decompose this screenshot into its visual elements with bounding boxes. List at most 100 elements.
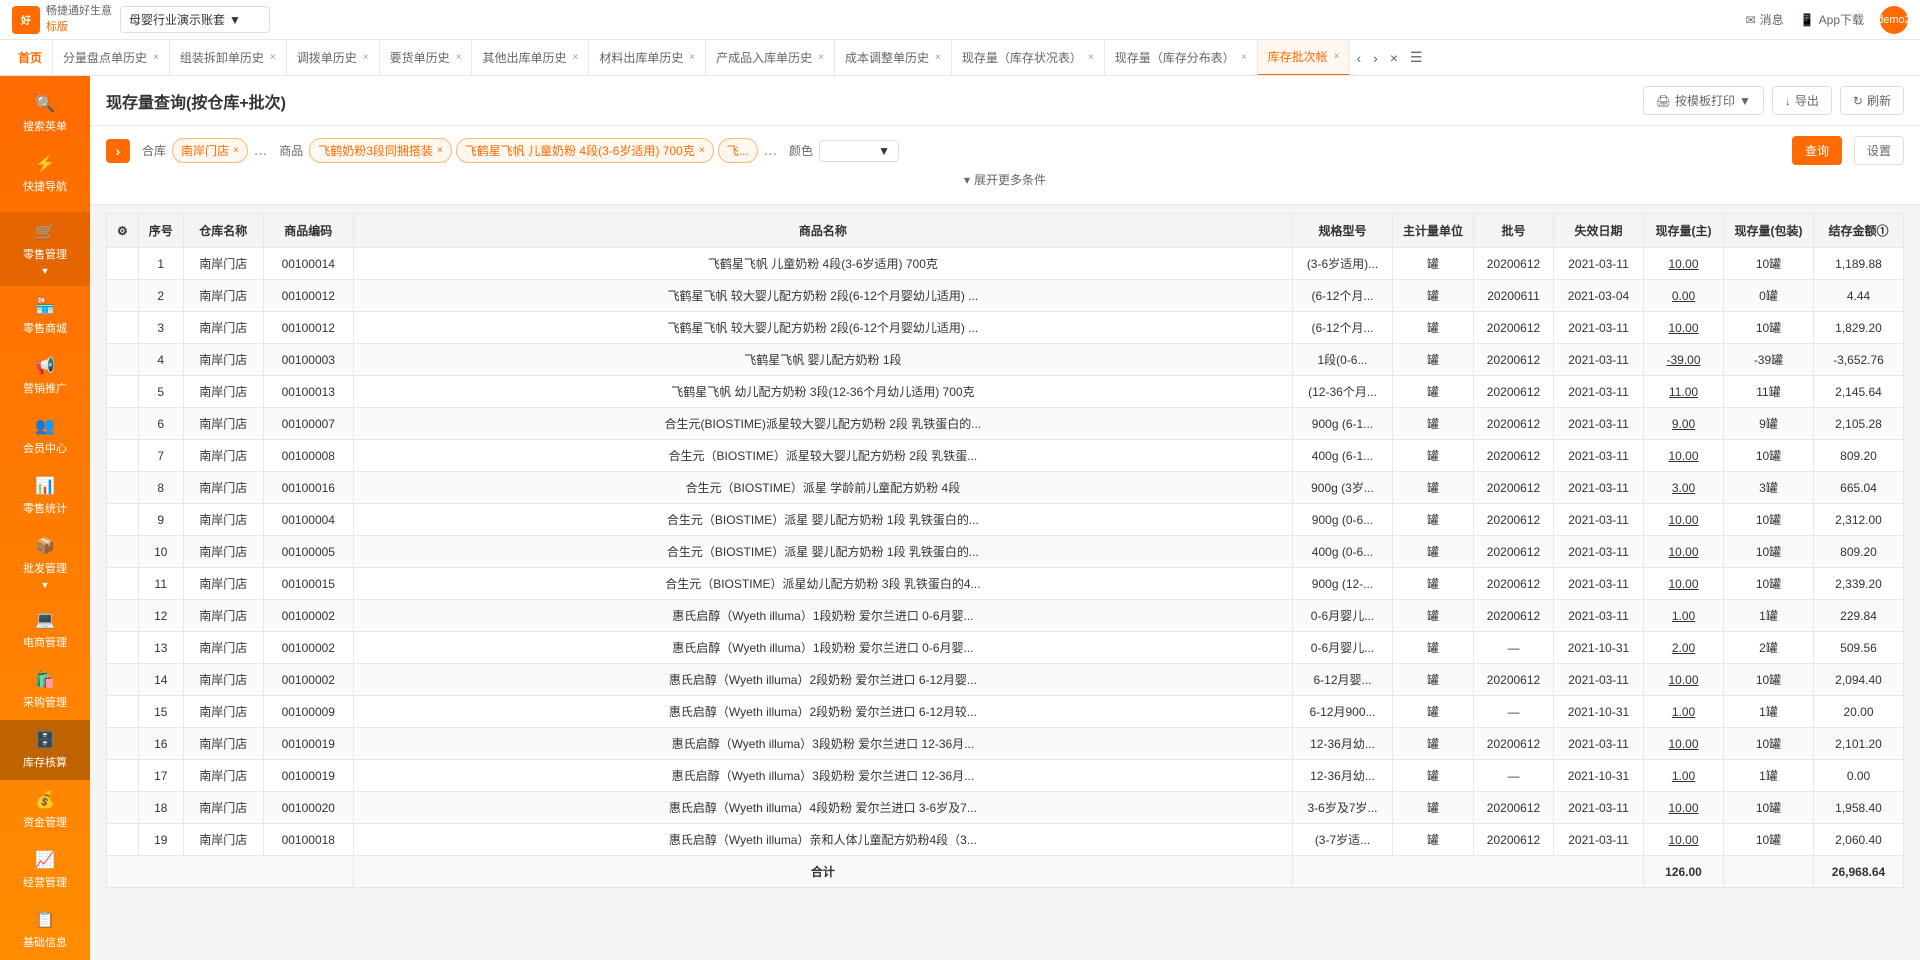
tab-diaoboh[interactable]: 调拨单历史 × <box>287 40 380 76</box>
sidebar-item-shop[interactable]: 🏪 零售商城 <box>0 286 90 346</box>
tab-prev[interactable]: ‹ <box>1350 46 1367 70</box>
tab-next[interactable]: › <box>1367 46 1384 70</box>
warehouse-tag[interactable]: 南岸门店 × <box>172 138 248 163</box>
table-footer: 合计 126.00 26,968.64 <box>107 856 1904 888</box>
sidebar-item-finance[interactable]: 💰 资金管理 <box>0 780 90 840</box>
tab-zucai[interactable]: 组装拆卸单历史 × <box>170 40 287 76</box>
tab-close-zucai[interactable]: × <box>270 52 276 63</box>
finance-icon: 💰 <box>35 790 55 810</box>
wholesale-icon: 📦 <box>35 536 55 556</box>
settings-btn[interactable]: 设置 <box>1854 136 1904 165</box>
table-row: 16 南岸门店 00100019 惠氏启醇（Wyeth illuma）3段奶粉 … <box>107 728 1904 760</box>
tab-close-diaoboh[interactable]: × <box>363 52 369 63</box>
store-selector[interactable]: 母婴行业演示账套 ▼ <box>120 6 270 33</box>
product-tag-1[interactable]: 飞鹤奶粉3段同捆搭装 × <box>309 138 452 163</box>
sidebar-item-member[interactable]: 👥 会员中心 <box>0 406 90 466</box>
retail-icon: 🛒 <box>35 222 55 242</box>
table-row: 17 南岸门店 00100019 惠氏启醇（Wyeth illuma）3段奶粉 … <box>107 760 1904 792</box>
table-row: 8 南岸门店 00100016 合生元（BIOSTIME）派星 学龄前儿童配方奶… <box>107 472 1904 504</box>
tab-pici[interactable]: 库存批次帐 × <box>1258 40 1351 76</box>
refresh-btn[interactable]: ↻ 刷新 <box>1840 86 1904 115</box>
col-setting[interactable]: ⚙ <box>107 214 139 248</box>
inventory-icon: 🗄️ <box>35 730 55 750</box>
export-btn[interactable]: ↓ 导出 <box>1772 86 1832 115</box>
color-filter: 颜色 ▼ <box>789 140 899 162</box>
user-avatar[interactable]: demo2 <box>1880 6 1908 34</box>
table-row: 3 南岸门店 00100012 飞鹤星飞帆 较大婴儿配方奶粉 2段(6-12个月… <box>107 312 1904 344</box>
stats-icon: 📊 <box>35 476 55 496</box>
tab-home[interactable]: 首页 <box>8 40 53 76</box>
ops-icon: 📈 <box>35 850 55 870</box>
tab-qita[interactable]: 其他出库单历史 × <box>472 40 589 76</box>
tab-close-cailiao[interactable]: × <box>689 52 695 63</box>
table-container: ⚙ 序号 仓库名称 商品编码 商品名称 规格型号 主计量单位 批号 失效日期 现… <box>90 205 1920 960</box>
tab-chengben[interactable]: 成本调整单历史 × <box>835 40 952 76</box>
expand-more-btn[interactable]: ▾ 展开更多条件 <box>106 165 1904 194</box>
sidebar-item-retail[interactable]: 🛒 零售管理 ▼ <box>0 212 90 286</box>
col-num: 序号 <box>138 214 183 248</box>
logo-icon: 好 <box>12 6 40 34</box>
tab-close-all[interactable]: × <box>1384 46 1404 70</box>
product-tag-2[interactable]: 飞鹤星飞帆 儿童奶粉 4段(3-6岁适用) 700克 × <box>456 138 714 163</box>
sidebar-item-ecommerce[interactable]: 💻 电商管理 <box>0 600 90 660</box>
sidebar-item-stats[interactable]: 📊 零售统计 <box>0 466 90 526</box>
color-dropdown[interactable]: ▼ <box>819 140 899 162</box>
table-row: 9 南岸门店 00100004 合生元（BIOSTIME）派星 婴儿配方奶粉 1… <box>107 504 1904 536</box>
sidebar-item-search[interactable]: 🔍 搜索英单 <box>0 84 90 144</box>
tab-menu[interactable]: ☰ <box>1404 45 1429 70</box>
quick-icon: ⚡ <box>35 154 55 174</box>
sidebar-item-market[interactable]: 📢 营销推广 <box>0 346 90 406</box>
sidebar-item-basic[interactable]: 📋 基础信息 <box>0 900 90 960</box>
data-table: ⚙ 序号 仓库名称 商品编码 商品名称 规格型号 主计量单位 批号 失效日期 现… <box>106 213 1904 888</box>
tab-fen[interactable]: 分量盘点单历史 × <box>53 40 170 76</box>
expand-filter-btn[interactable]: › <box>106 139 130 163</box>
tab-cailiao[interactable]: 材料出库单历史 × <box>589 40 706 76</box>
sidebar-item-ops[interactable]: 📈 经营管理 <box>0 840 90 900</box>
tab-close-pici[interactable]: × <box>1334 51 1340 62</box>
warehouse-dots[interactable]: ... <box>254 142 267 160</box>
market-icon: 📢 <box>35 356 55 376</box>
logo-text: 畅捷通好生意 <box>46 5 112 18</box>
tab-yaohuo[interactable]: 要货单历史 × <box>380 40 473 76</box>
tab-close-chengben[interactable]: × <box>935 52 941 63</box>
tab-xianzai1[interactable]: 现存量（库存状况表） × <box>952 40 1105 76</box>
tab-chengpin[interactable]: 产成品入库单历史 × <box>706 40 835 76</box>
tab-close-fen[interactable]: × <box>153 52 159 63</box>
tab-close-qita[interactable]: × <box>572 52 578 63</box>
warehouse-tag-close[interactable]: × <box>233 145 239 156</box>
tab-close-yaohuo[interactable]: × <box>456 52 462 63</box>
table-row: 19 南岸门店 00100018 惠氏启醇（Wyeth illuma）亲和人体儿… <box>107 824 1904 856</box>
col-spec: 规格型号 <box>1292 214 1392 248</box>
table-row: 1 南岸门店 00100014 飞鹤星飞帆 儿童奶粉 4段(3-6岁适用) 70… <box>107 248 1904 280</box>
logo-label: 标版 <box>46 18 112 34</box>
basic-icon: 📋 <box>35 910 55 930</box>
app-download-action[interactable]: 📱 App下载 <box>1800 11 1864 28</box>
message-action[interactable]: ✉ 消息 <box>1746 11 1784 28</box>
page-actions: 🖨 按模板打印 ▼ ↓ 导出 ↻ 刷新 <box>1643 86 1904 115</box>
query-btn[interactable]: 查询 <box>1792 136 1842 165</box>
product-dots[interactable]: ... <box>764 142 777 160</box>
sidebar-item-inventory[interactable]: 🗄️ 库存核算 <box>0 720 90 780</box>
product-tag-1-close[interactable]: × <box>437 145 443 156</box>
table-row: 2 南岸门店 00100012 飞鹤星飞帆 较大婴儿配方奶粉 2段(6-12个月… <box>107 280 1904 312</box>
sidebar-item-purchase[interactable]: 🛍️ 采购管理 <box>0 660 90 720</box>
table-header: ⚙ 序号 仓库名称 商品编码 商品名称 规格型号 主计量单位 批号 失效日期 现… <box>107 214 1904 248</box>
sidebar-item-wholesale[interactable]: 📦 批发管理 ▼ <box>0 526 90 600</box>
tab-close-xianzai1[interactable]: × <box>1088 52 1094 63</box>
print-btn[interactable]: 🖨 按模板打印 ▼ <box>1643 86 1764 115</box>
tab-xianzai2[interactable]: 现存量（库存分布表） × <box>1105 40 1258 76</box>
logo-area: 好 畅捷通好生意 标版 <box>12 5 112 34</box>
top-header: 好 畅捷通好生意 标版 母婴行业演示账套 ▼ ✉ 消息 📱 App下载 demo… <box>0 0 1920 40</box>
product-tag-extra[interactable]: 飞... <box>718 138 758 163</box>
sidebar-item-quick[interactable]: ⚡ 快捷导航 <box>0 144 90 204</box>
col-name: 商品名称 <box>353 214 1292 248</box>
table-row: 14 南岸门店 00100002 惠氏启醇（Wyeth illuma）2段奶粉 … <box>107 664 1904 696</box>
page-header: 现存量查询(按仓库+批次) 🖨 按模板打印 ▼ ↓ 导出 ↻ 刷新 <box>90 76 1920 126</box>
member-icon: 👥 <box>35 416 55 436</box>
product-tag-2-close[interactable]: × <box>699 145 705 156</box>
product-filter: 商品 飞鹤奶粉3段同捆搭装 × 飞鹤星飞帆 儿童奶粉 4段(3-6岁适用) 70… <box>279 138 777 163</box>
table-body: 1 南岸门店 00100014 飞鹤星飞帆 儿童奶粉 4段(3-6岁适用) 70… <box>107 248 1904 856</box>
tab-close-chengpin[interactable]: × <box>818 52 824 63</box>
search-icon: 🔍 <box>35 94 55 114</box>
tab-close-xianzai2[interactable]: × <box>1241 52 1247 63</box>
